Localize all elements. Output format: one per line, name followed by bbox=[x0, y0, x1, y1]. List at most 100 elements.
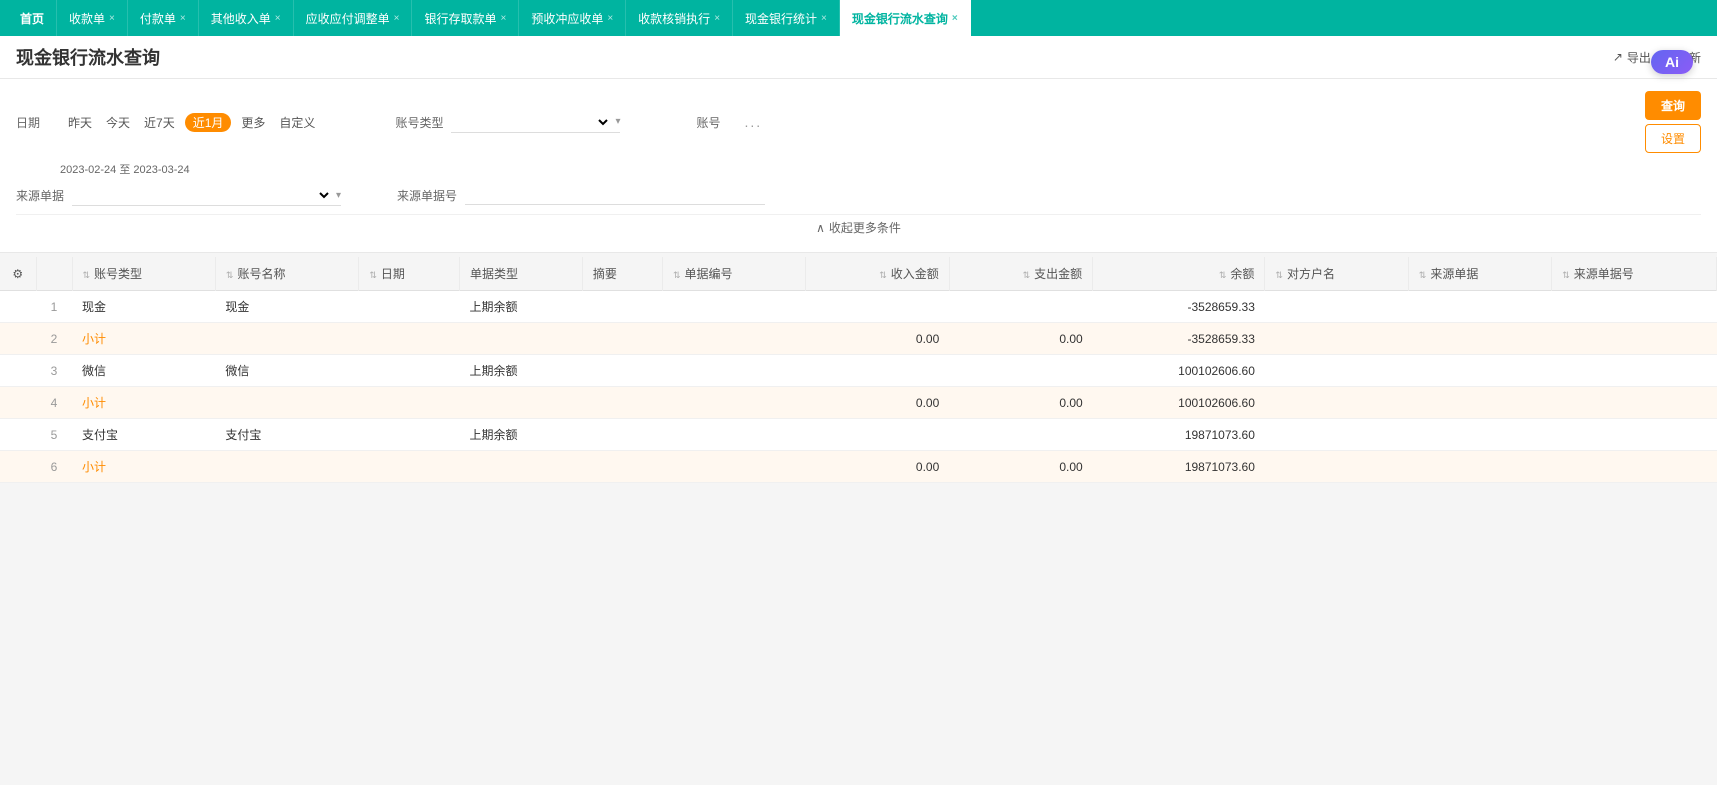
column-counterpart[interactable]: ⇅对方户名 bbox=[1265, 257, 1408, 291]
close-icon[interactable]: × bbox=[952, 13, 958, 24]
nav-tab-bank-deposits[interactable]: 银行存取款单 × bbox=[412, 0, 519, 36]
nav-tab-cash-bank-flow[interactable]: 现金银行流水查询 × bbox=[840, 0, 971, 36]
cell-counterpart bbox=[1265, 451, 1408, 483]
source-doc-no-input[interactable] bbox=[465, 186, 765, 204]
source-doc-no-filter-block: 来源单据号 bbox=[397, 186, 765, 205]
column-doc-type: 单据类型 bbox=[459, 257, 582, 291]
column-balance[interactable]: ⇅余额 bbox=[1093, 257, 1265, 291]
query-button[interactable]: 查询 bbox=[1645, 91, 1701, 120]
cell-expense bbox=[949, 419, 1092, 451]
nav-tab-other-income[interactable]: 其他收入单 × bbox=[199, 0, 294, 36]
cell-account-name: 支付宝 bbox=[215, 419, 358, 451]
close-icon[interactable]: × bbox=[180, 13, 186, 24]
column-account-type[interactable]: ⇅账号类型 bbox=[72, 257, 215, 291]
cell-counterpart bbox=[1265, 323, 1408, 355]
table-row: 5支付宝支付宝上期余额19871073.60 bbox=[0, 419, 1717, 451]
cell-gear bbox=[0, 387, 36, 419]
date-opt-7days[interactable]: 近7天 bbox=[140, 113, 179, 132]
source-doc-select[interactable] bbox=[72, 185, 332, 205]
cell-account-type: 支付宝 bbox=[72, 419, 215, 451]
date-opt-more[interactable]: 更多 bbox=[237, 113, 269, 132]
date-opt-today[interactable]: 今天 bbox=[102, 113, 134, 132]
cell-summary bbox=[582, 291, 662, 323]
nav-home[interactable]: 首页 bbox=[8, 0, 57, 36]
cell-counterpart bbox=[1265, 355, 1408, 387]
close-icon[interactable]: × bbox=[275, 13, 281, 24]
column-account-name[interactable]: ⇅账号名称 bbox=[215, 257, 358, 291]
close-icon[interactable]: × bbox=[109, 13, 115, 24]
cell-balance: 100102606.60 bbox=[1093, 387, 1265, 419]
column-date[interactable]: ⇅日期 bbox=[359, 257, 460, 291]
column-expense[interactable]: ⇅支出金额 bbox=[949, 257, 1092, 291]
cell-income: 0.00 bbox=[806, 387, 949, 419]
source-doc-filter-block: 来源单据 ▾ bbox=[16, 185, 341, 206]
cell-source-doc bbox=[1408, 387, 1551, 419]
column-gear[interactable]: ⚙ bbox=[0, 257, 36, 291]
nav-tab-payments[interactable]: 付款单 × bbox=[128, 0, 199, 36]
cell-row-num: 4 bbox=[36, 387, 72, 419]
cell-doc-type bbox=[459, 451, 582, 483]
source-doc-no-label: 来源单据号 bbox=[397, 187, 457, 204]
cell-account-type: 小计 bbox=[72, 323, 215, 355]
close-icon[interactable]: × bbox=[500, 13, 506, 24]
nav-tab-cash-bank-stats[interactable]: 现金银行统计 × bbox=[733, 0, 840, 36]
close-icon[interactable]: × bbox=[714, 13, 720, 24]
ai-badge[interactable]: Ai bbox=[1651, 50, 1693, 74]
page-title: 现金银行流水查询 bbox=[16, 44, 160, 70]
close-icon[interactable]: × bbox=[394, 13, 400, 24]
nav-tab-collection-exec[interactable]: 收款核销执行 × bbox=[626, 0, 733, 36]
cell-balance: -3528659.33 bbox=[1093, 323, 1265, 355]
table-row: 3微信微信上期余额100102606.60 bbox=[0, 355, 1717, 387]
cell-gear bbox=[0, 419, 36, 451]
column-doc-no[interactable]: ⇅单据编号 bbox=[662, 257, 805, 291]
date-opt-custom[interactable]: 自定义 bbox=[275, 113, 319, 132]
date-opt-yesterday[interactable]: 昨天 bbox=[64, 113, 96, 132]
cell-doc-type: 上期余额 bbox=[459, 355, 582, 387]
cell-account-type: 小计 bbox=[72, 387, 215, 419]
column-row-num bbox=[36, 257, 72, 291]
cell-account-name: 现金 bbox=[215, 291, 358, 323]
top-navigation: 首页 收款单 × 付款单 × 其他收入单 × 应收应付调整单 × 银行存取款单 … bbox=[0, 0, 1717, 36]
cell-row-num: 5 bbox=[36, 419, 72, 451]
cell-date bbox=[359, 387, 460, 419]
cell-doc-no bbox=[662, 451, 805, 483]
table-row: 4小计0.000.00100102606.60 bbox=[0, 387, 1717, 419]
cell-counterpart bbox=[1265, 387, 1408, 419]
date-opt-1month[interactable]: 近1月 bbox=[185, 113, 232, 132]
table-row: 6小计0.000.0019871073.60 bbox=[0, 451, 1717, 483]
export-icon: ↗ bbox=[1613, 50, 1623, 64]
nav-tab-receipts[interactable]: 收款单 × bbox=[57, 0, 128, 36]
cell-counterpart bbox=[1265, 291, 1408, 323]
source-doc-label: 来源单据 bbox=[16, 187, 64, 204]
source-doc-no-input-wrap bbox=[465, 186, 765, 205]
cell-expense: 0.00 bbox=[949, 451, 1092, 483]
cell-income: 0.00 bbox=[806, 451, 949, 483]
collapse-bar[interactable]: ∧ 收起更多条件 bbox=[16, 214, 1701, 240]
cell-summary bbox=[582, 323, 662, 355]
close-icon[interactable]: × bbox=[821, 13, 827, 24]
cell-doc-no bbox=[662, 355, 805, 387]
cell-balance: 19871073.60 bbox=[1093, 451, 1265, 483]
column-source-doc-no[interactable]: ⇅来源单据号 bbox=[1552, 257, 1717, 291]
table-row: 2小计0.000.00-3528659.33 bbox=[0, 323, 1717, 355]
nav-tab-advance-offset[interactable]: 预收冲应收单 × bbox=[519, 0, 626, 36]
page-header: 现金银行流水查询 ↗ 导出 ↻ 刷新 bbox=[0, 36, 1717, 79]
column-income[interactable]: ⇅收入金额 bbox=[806, 257, 949, 291]
column-source-doc[interactable]: ⇅来源单据 bbox=[1408, 257, 1551, 291]
export-button[interactable]: ↗ 导出 bbox=[1613, 49, 1651, 66]
cell-source-doc-no bbox=[1552, 451, 1717, 483]
account-type-select[interactable]: 现金 微信 支付宝 bbox=[451, 112, 611, 132]
account-type-select-wrap: 现金 微信 支付宝 ▾ bbox=[451, 112, 620, 133]
account-no-dots[interactable]: ... bbox=[744, 114, 762, 130]
cell-date bbox=[359, 291, 460, 323]
cell-date bbox=[359, 323, 460, 355]
close-icon[interactable]: × bbox=[607, 13, 613, 24]
cell-income bbox=[806, 419, 949, 451]
cell-account-type: 小计 bbox=[72, 451, 215, 483]
cell-doc-type bbox=[459, 387, 582, 419]
settings-button[interactable]: 设置 bbox=[1645, 124, 1701, 153]
cell-date bbox=[359, 419, 460, 451]
account-no-label: 账号 bbox=[696, 114, 736, 131]
cell-account-name bbox=[215, 387, 358, 419]
nav-tab-adjustments[interactable]: 应收应付调整单 × bbox=[294, 0, 413, 36]
